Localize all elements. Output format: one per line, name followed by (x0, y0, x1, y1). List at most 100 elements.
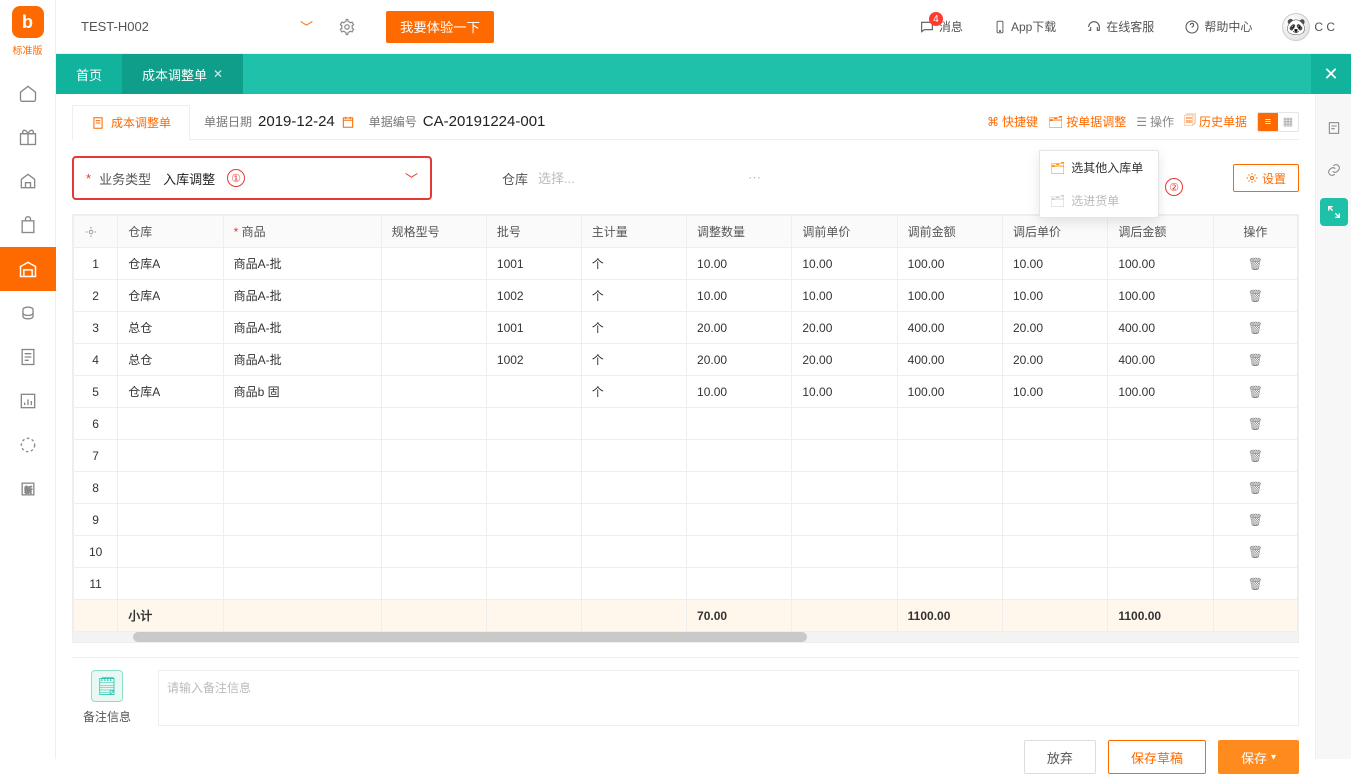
org-selector[interactable]: TEST-H002 ﹀ (72, 11, 322, 43)
tab-home[interactable]: 首页 (56, 54, 122, 94)
rail-house-icon[interactable] (0, 159, 56, 203)
col-batch[interactable]: 批号 (486, 216, 581, 248)
subtotal-row: 小计 70.00 1100.00 1100.00 (74, 600, 1298, 632)
delete-row-icon[interactable]: 🗑 (1248, 481, 1263, 495)
tool-link-icon[interactable] (1320, 156, 1348, 184)
rail-home-icon[interactable] (0, 71, 56, 115)
topbar-app[interactable]: App下载 (993, 18, 1056, 35)
content: 成本调整单 单据日期 2019-12-24 单据编号 CA-20191224-0… (56, 94, 1351, 759)
remark-input[interactable] (158, 670, 1299, 726)
rail-money-icon[interactable] (0, 291, 56, 335)
delete-row-icon[interactable]: 🗑 (1248, 417, 1263, 431)
head-ops[interactable]: ☰ 操作 (1136, 113, 1174, 130)
col-config-icon[interactable] (74, 216, 118, 248)
settings-button[interactable]: 设置 (1233, 164, 1299, 192)
head-history[interactable]: 🗐 历史单据 (1184, 111, 1247, 132)
rail-doc-icon[interactable] (0, 335, 56, 379)
table-row[interactable]: 7🗑 (74, 440, 1298, 472)
remark-section: 🗒 备注信息 (72, 657, 1299, 726)
table-row[interactable]: 10🗑 (74, 536, 1298, 568)
save-button[interactable]: 保存▾ (1218, 740, 1299, 774)
topbar-help[interactable]: 帮助中心 (1184, 18, 1252, 35)
col-op: 操作 (1213, 216, 1297, 248)
brand-logo: b (12, 6, 44, 38)
table-row[interactable]: 11🗑 (74, 568, 1298, 600)
business-type-select[interactable]: * 业务类型 入库调整 ① ﹀ (72, 156, 432, 200)
col-unit[interactable]: 主计量 (581, 216, 686, 248)
view-toggle[interactable]: ≡▦ (1257, 112, 1299, 132)
doc-no: 单据编号 CA-20191224-001 (369, 113, 546, 130)
footer: 放弃 保存草稿 保存▾ (72, 740, 1299, 774)
trial-button[interactable]: 我要体验一下 (386, 11, 494, 43)
avatar: 🐼 (1282, 13, 1310, 41)
rail-gift-icon[interactable] (0, 115, 56, 159)
delete-row-icon[interactable]: 🗑 (1248, 449, 1263, 463)
tabstrip: 首页 成本调整单 ✕ ✕ (56, 54, 1351, 94)
table-row[interactable]: 5仓库A商品b 固个10.0010.00100.0010.00100.00🗑 (74, 376, 1298, 408)
delete-row-icon[interactable]: 🗑 (1248, 545, 1263, 559)
topbar-cs[interactable]: 在线客服 (1086, 18, 1154, 35)
remark-icon: 🗒 备注信息 (72, 670, 142, 726)
grid: 仓库 商品 规格型号 批号 主计量 调整数量 调前单价 调前金额 调后单价 调后… (72, 214, 1299, 643)
main: TEST-H002 ﹀ 我要体验一下 消息 4 App下载 在线客服 帮助中心 … (56, 0, 1351, 759)
col-postprice[interactable]: 调后单价 (1003, 216, 1108, 248)
col-qty[interactable]: 调整数量 (687, 216, 792, 248)
delete-row-icon[interactable]: 🗑 (1248, 289, 1263, 303)
rail-bag-icon[interactable] (0, 203, 56, 247)
calendar-icon[interactable] (341, 115, 355, 129)
table-row[interactable]: 8🗑 (74, 472, 1298, 504)
ellipsis-icon[interactable]: ⋯ (748, 170, 761, 186)
delete-row-icon[interactable]: 🗑 (1248, 385, 1263, 399)
annotation-2: ② (1165, 178, 1183, 196)
head-hotkey[interactable]: ⌘ 快捷键 (987, 113, 1038, 130)
bydoc-popup: 🗂选其他入库单 🗂选进货单 (1039, 150, 1159, 218)
chevron-down-icon: ﹀ (300, 17, 313, 36)
col-postamt[interactable]: 调后金额 (1108, 216, 1213, 248)
doc-icon (91, 116, 105, 130)
topbar-user[interactable]: 🐼 C C (1282, 13, 1335, 41)
tool-expand-icon[interactable] (1320, 198, 1348, 226)
col-wh[interactable]: 仓库 (118, 216, 223, 248)
topbar-messages[interactable]: 消息 4 (919, 18, 963, 35)
table-row[interactable]: 1仓库A商品A-批1001个10.0010.00100.0010.00100.0… (74, 248, 1298, 280)
delete-row-icon[interactable]: 🗑 (1248, 353, 1263, 367)
delete-row-icon[interactable]: 🗑 (1248, 513, 1263, 527)
brand-edition: 标准版 (13, 42, 43, 57)
tabstrip-close-icon[interactable]: ✕ (1311, 54, 1351, 94)
rail-sync-icon[interactable] (0, 423, 56, 467)
tab-cost-adjust[interactable]: 成本调整单 ✕ (122, 54, 243, 94)
table-row[interactable]: 6🗑 (74, 408, 1298, 440)
msg-badge: 4 (929, 12, 943, 26)
save-draft-button[interactable]: 保存草稿 (1108, 740, 1206, 774)
svg-text:新: 新 (24, 484, 32, 494)
rail-warehouse-icon[interactable] (0, 247, 56, 291)
gear-icon[interactable] (338, 18, 356, 36)
doc-date: 单据日期 2019-12-24 (204, 113, 355, 130)
close-icon[interactable]: ✕ (213, 67, 223, 81)
cancel-button[interactable]: 放弃 (1024, 740, 1096, 774)
rail-report-icon[interactable] (0, 379, 56, 423)
table-row[interactable]: 9🗑 (74, 504, 1298, 536)
rail-new-icon[interactable]: 新 (0, 467, 56, 511)
delete-row-icon[interactable]: 🗑 (1248, 257, 1263, 271)
delete-row-icon[interactable]: 🗑 (1248, 321, 1263, 335)
col-spec[interactable]: 规格型号 (381, 216, 486, 248)
table-row[interactable]: 4总仓商品A-批1002个20.0020.00400.0020.00400.00… (74, 344, 1298, 376)
table-row[interactable]: 3总仓商品A-批1001个20.0020.00400.0020.00400.00… (74, 312, 1298, 344)
delete-row-icon[interactable]: 🗑 (1248, 577, 1263, 591)
popup-other-in[interactable]: 🗂选其他入库单 (1040, 151, 1158, 184)
col-preprice[interactable]: 调前单价 (792, 216, 897, 248)
h-scrollbar[interactable] (73, 632, 1298, 642)
head-bydoc[interactable]: 🗂 按单据调整 (1048, 113, 1126, 130)
warehouse-input[interactable] (538, 171, 738, 186)
nav-rail: b 标准版 新 (0, 0, 56, 759)
col-prod[interactable]: 商品 (223, 216, 381, 248)
filter-row: * 业务类型 入库调整 ① ﹀ 仓库 ⋯ 🗂选其他入库单 🗂选进货单 ② (72, 156, 1299, 200)
page: 成本调整单 单据日期 2019-12-24 单据编号 CA-20191224-0… (56, 94, 1315, 759)
page-title-tab: 成本调整单 (72, 105, 190, 141)
tool-note-icon[interactable] (1320, 114, 1348, 142)
notepad-icon: 🗒 (91, 670, 123, 702)
table-row[interactable]: 2仓库A商品A-批1002个10.0010.00100.0010.00100.0… (74, 280, 1298, 312)
warehouse-select[interactable]: 仓库 ⋯ (502, 169, 761, 188)
col-preamt[interactable]: 调前金额 (897, 216, 1002, 248)
